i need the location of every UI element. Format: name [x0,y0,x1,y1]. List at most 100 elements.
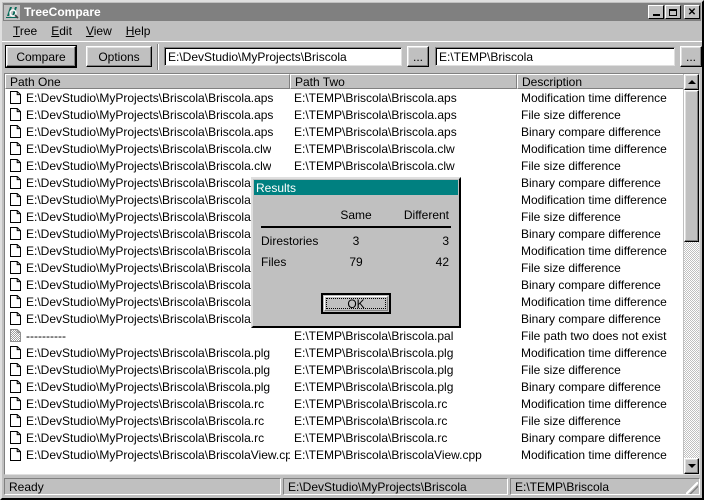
cell-path-two: E:\TEMP\Briscola\Briscola.aps [294,124,457,139]
table-row[interactable]: E:\DevStudio\MyProjects\Briscola\Briscol… [5,395,699,412]
cell-path-two: E:\TEMP\Briscola\Briscola.rc [294,396,448,411]
options-button[interactable]: Options [86,46,152,67]
cell-path-two: E:\TEMP\Briscola\Briscola.clw [294,158,455,173]
browse-path-two-button[interactable]: ... [680,46,702,67]
cell-path-two: E:\TEMP\Briscola\BriscolaView.cpp [294,447,482,462]
window-title: TreeCompare [24,5,101,19]
file-icon [10,397,21,410]
cell-path-one-text: E:\DevStudio\MyProjects\Briscola\Briscol… [26,192,274,207]
cell-path-two: E:\TEMP\Briscola\Briscola.rc [294,430,448,445]
window-controls: ✕ [647,5,700,19]
cell-path-one: E:\DevStudio\MyProjects\Briscola\Briscol… [5,431,290,445]
cell-path-one: E:\DevStudio\MyProjects\Briscola\Briscol… [5,227,290,241]
title-bar: TreeCompare ✕ [3,3,701,21]
results-header-same: Same [340,208,372,222]
cell-path-two: E:\TEMP\Briscola\Briscola.aps [294,90,457,105]
table-row[interactable]: E:\DevStudio\MyProjects\Briscola\Briscol… [5,378,699,395]
table-row[interactable]: E:\DevStudio\MyProjects\Briscola\Briscol… [5,106,699,123]
table-row[interactable]: E:\DevStudio\MyProjects\Briscola\Briscol… [5,446,699,463]
column-header-path-one[interactable]: Path One [5,74,290,89]
cell-path-one-text: E:\DevStudio\MyProjects\Briscola\Briscol… [26,90,274,105]
cell-path-one: E:\DevStudio\MyProjects\Briscola\Briscol… [5,278,290,292]
table-row[interactable]: E:\DevStudio\MyProjects\Briscola\Briscol… [5,157,699,174]
file-icon [10,414,21,427]
cell-path-two: E:\TEMP\Briscola\Briscola.pal [294,328,454,343]
table-row[interactable]: E:\DevStudio\MyProjects\Briscola\Briscol… [5,361,699,378]
cell-description: Binary compare difference [521,311,661,326]
file-icon [10,142,21,155]
table-row[interactable]: E:\DevStudio\MyProjects\Briscola\Briscol… [5,123,699,140]
cell-path-one: E:\DevStudio\MyProjects\Briscola\Briscol… [5,363,290,377]
toolbar-separator [157,43,159,70]
results-table: Same Different Direstories 3 3 Files 79 … [261,208,451,276]
browse-path-one-button[interactable]: ... [407,46,429,67]
dialog-ok-button[interactable]: OK [321,293,391,314]
cell-path-one-text: E:\DevStudio\MyProjects\Briscola\Briscol… [26,345,271,360]
resize-grip[interactable] [686,482,698,494]
menu-item-tree[interactable]: Tree [6,22,44,40]
dialog-title: Results [256,180,297,195]
cell-description: File size difference [521,413,621,428]
table-row[interactable]: E:\DevStudio\MyProjects\Briscola\Briscol… [5,412,699,429]
cell-path-one-text: ---------- [26,328,66,343]
results-header-different: Different [403,208,449,222]
cell-description: Modification time difference [521,447,667,462]
menu-item-tree-rest: ree [19,24,38,38]
table-row[interactable]: ---------- E:\TEMP\Briscola\Briscola.pal F… [5,327,699,344]
cell-path-one-text: E:\DevStudio\MyProjects\Briscola\Briscol… [26,141,272,156]
column-header-path-two[interactable]: Path Two [290,74,517,89]
cell-path-two: E:\TEMP\Briscola\Briscola.aps [294,107,457,122]
table-row[interactable]: E:\DevStudio\MyProjects\Briscola\Briscol… [5,140,699,157]
file-icon [10,295,21,308]
scroll-up-button[interactable] [684,74,699,90]
compare-button[interactable]: Compare [5,45,77,68]
results-header-blank [261,208,323,222]
status-path-one: E:\DevStudio\MyProjects\Briscola [283,478,508,495]
cell-path-one: ---------- [5,329,290,343]
scrollbar-thumb[interactable] [684,90,699,242]
results-dialog: Results Same Different Direstories 3 3 F… [251,177,461,328]
cell-path-one-text: E:\DevStudio\MyProjects\Briscola\Briscol… [26,260,274,275]
minimize-icon [652,14,660,16]
dialog-button-row: OK [253,293,459,314]
cell-path-one-text: E:\DevStudio\MyProjects\Briscola\Briscol… [26,158,272,173]
file-icon [10,363,21,376]
menu-item-edit[interactable]: Edit [44,22,79,40]
dialog-body: Same Different Direstories 3 3 Files 79 … [253,196,459,326]
path-two-input[interactable]: E:\TEMP\Briscola [435,47,675,66]
file-icon [10,159,21,172]
scroll-down-button[interactable] [684,458,699,474]
results-divider [261,226,451,228]
cell-description: File size difference [521,260,621,275]
file-icon [10,125,21,138]
cell-path-one: E:\DevStudio\MyProjects\Briscola\Briscol… [5,397,290,411]
maximize-button[interactable] [665,5,681,19]
path-one-input[interactable]: E:\DevStudio\MyProjects\Briscola [164,47,402,66]
column-header-description[interactable]: Description [517,74,699,89]
menu-item-help[interactable]: Help [119,22,158,40]
minimize-button[interactable] [648,5,664,19]
scrollbar-track[interactable] [684,90,699,458]
menu-item-help-rest: elp [134,24,151,38]
results-header-row: Same Different [261,208,451,222]
cell-path-two: E:\TEMP\Briscola\Briscola.rc [294,413,448,428]
cell-path-one-text: E:\DevStudio\MyProjects\Briscola\Briscol… [26,413,265,428]
menu-item-view[interactable]: View [79,22,119,40]
table-row[interactable]: E:\DevStudio\MyProjects\Briscola\Briscol… [5,429,699,446]
cell-path-one: E:\DevStudio\MyProjects\Briscola\Briscol… [5,448,290,462]
list-header: Path One Path Two Description [5,74,699,89]
app-icon[interactable] [4,4,20,20]
close-button[interactable]: ✕ [684,5,700,19]
cell-path-one-text: E:\DevStudio\MyProjects\Briscola\Briscol… [26,447,290,462]
file-icon [10,346,21,359]
table-row[interactable]: E:\DevStudio\MyProjects\Briscola\Briscol… [5,89,699,106]
cell-path-two: E:\TEMP\Briscola\Briscola.plg [294,345,454,360]
cell-path-two: E:\TEMP\Briscola\Briscola.plg [294,379,454,394]
table-row[interactable]: E:\DevStudio\MyProjects\Briscola\Briscol… [5,344,699,361]
vertical-scrollbar[interactable] [683,74,699,474]
results-same-files: 79 [349,255,363,269]
cell-path-one-text: E:\DevStudio\MyProjects\Briscola\Briscol… [26,175,272,190]
file-icon [10,227,21,240]
cell-description: Binary compare difference [521,379,661,394]
cell-path-one-text: E:\DevStudio\MyProjects\Briscola\Briscol… [26,362,271,377]
